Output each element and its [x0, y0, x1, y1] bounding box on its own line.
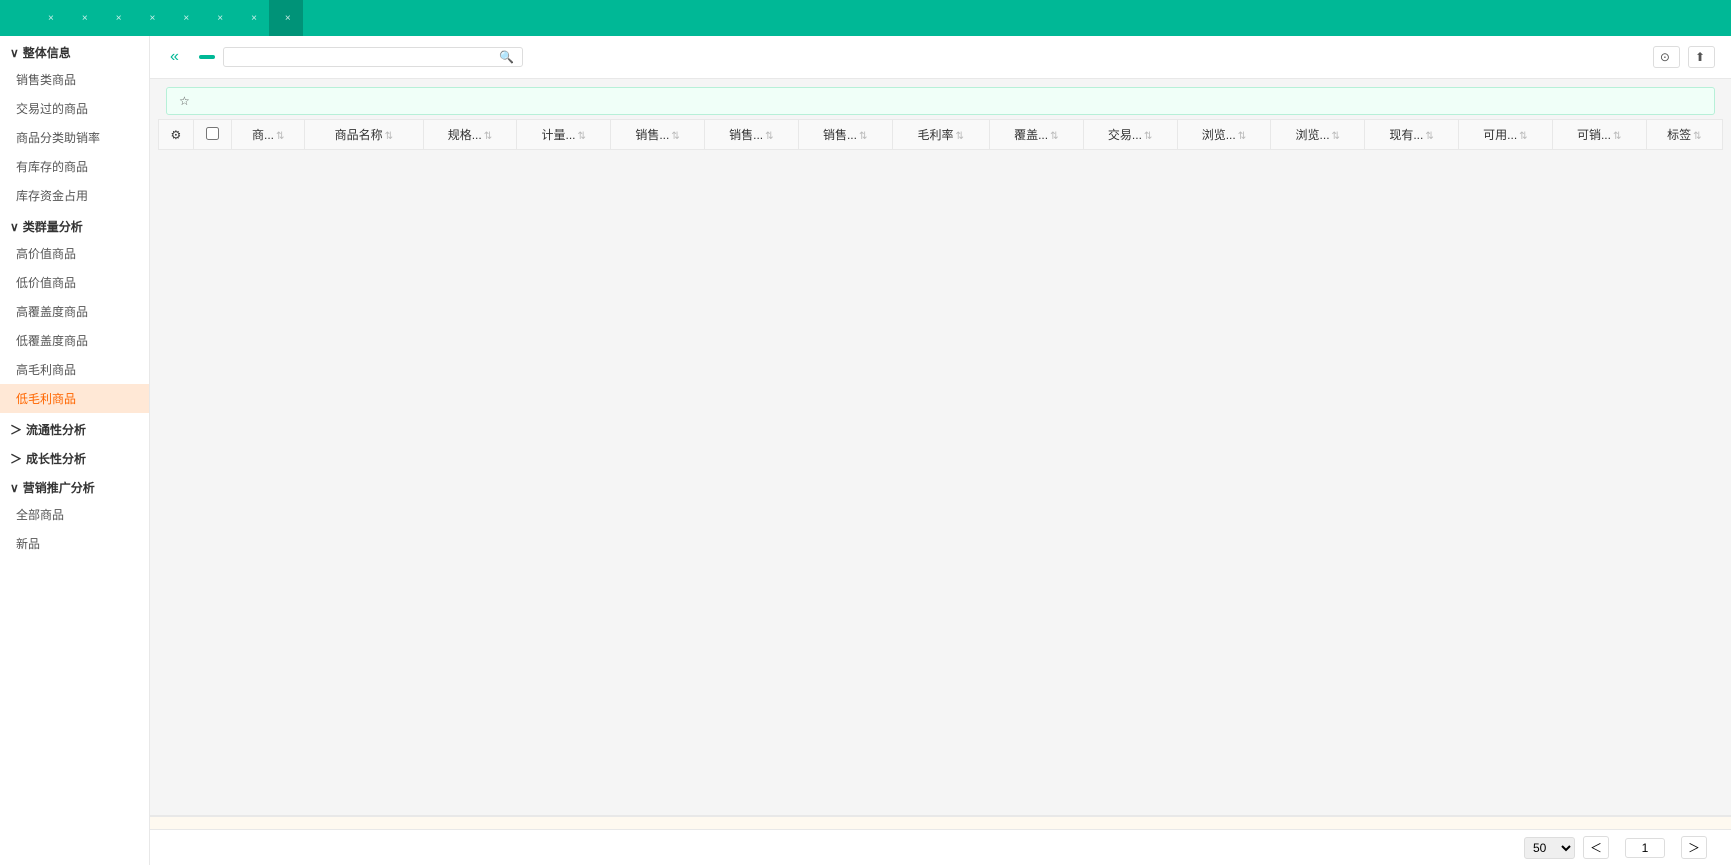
nav-permissions[interactable]: × [100, 0, 134, 36]
sidebar-item-traded-goods[interactable]: 交易过的商品 [0, 94, 149, 123]
close-icon[interactable]: × [217, 13, 223, 24]
export-button[interactable]: ⬆ [1688, 46, 1715, 68]
data-table: ⚙ 商...⇅ 商品名称⇅ 规格...⇅ 计量...⇅ 销售...⇅ 销售...… [158, 119, 1723, 150]
sidebar-item-sales-goods[interactable]: 销售类商品 [0, 65, 149, 94]
close-icon[interactable]: × [48, 13, 54, 24]
sidebar-item-low-margin[interactable]: 低毛利商品 [0, 384, 149, 413]
col-available-stock[interactable]: 可用...⇅ [1458, 120, 1552, 150]
chevron-down-icon: ∨ [10, 220, 19, 234]
close-icon[interactable]: × [150, 13, 156, 24]
sidebar-group-cluster[interactable]: ∨ 类群量分析 [0, 210, 149, 239]
content-header: « 🔍 ⊙ ⬆ [150, 36, 1731, 79]
nav-sales[interactable]: × [32, 0, 66, 36]
nav-analysis-list[interactable]: × [269, 0, 303, 36]
col-coverage[interactable]: 覆盖...⇅ [989, 120, 1083, 150]
table-area: ⚙ 商...⇅ 商品名称⇅ 规格...⇅ 计量...⇅ 销售...⇅ 销售...… [150, 119, 1731, 815]
sidebar-item-high-margin[interactable]: 高毛利商品 [0, 355, 149, 384]
close-icon[interactable]: × [183, 13, 189, 24]
nav-purchase[interactable]: × [66, 0, 100, 36]
sidebar-item-low-coverage[interactable]: 低覆盖度商品 [0, 326, 149, 355]
nav-template[interactable]: × [201, 0, 235, 36]
main-content: « 🔍 ⊙ ⬆ ☆ [150, 36, 1731, 865]
sidebar-item-new-goods[interactable]: 新品 [0, 529, 149, 558]
col-tag[interactable]: 标签⇅ [1646, 120, 1722, 150]
nav-roles[interactable]: × [134, 0, 168, 36]
col-sales-amount[interactable]: 销售...⇅ [704, 120, 798, 150]
search-icon[interactable]: 🔍 [499, 50, 514, 64]
sidebar-item-high-coverage[interactable]: 高覆盖度商品 [0, 297, 149, 326]
search-box: 🔍 [223, 47, 523, 67]
main-layout: ∨ 整体信息 销售类商品 交易过的商品 商品分类助销率 有库存的商品 库存资金占… [0, 36, 1731, 865]
col-transactions[interactable]: 交易...⇅ [1083, 120, 1177, 150]
chevron-right-icon: ＞ [10, 450, 22, 467]
page-number-input[interactable] [1625, 838, 1665, 858]
sidebar: ∨ 整体信息 销售类商品 交易过的商品 商品分类助销率 有库存的商品 库存资金占… [0, 36, 150, 865]
col-margin[interactable]: 毛利率⇅ [892, 120, 989, 150]
col-current-stock[interactable]: 现有...⇅ [1365, 120, 1459, 150]
col-checkbox[interactable] [193, 120, 232, 150]
warning-icon: ☆ [179, 94, 190, 108]
sidebar-group-marketing[interactable]: ∨ 营销推广分析 [0, 471, 149, 500]
select-all-checkbox[interactable] [206, 127, 219, 140]
col-sales-profit[interactable]: 销售...⇅ [798, 120, 892, 150]
sidebar-item-stocked-goods[interactable]: 有库存的商品 [0, 152, 149, 181]
close-icon[interactable]: × [285, 13, 291, 24]
col-views2[interactable]: 浏览...⇅ [1271, 120, 1365, 150]
sidebar-group-circulation[interactable]: ＞ 流通性分析 [0, 413, 149, 442]
action-buttons: ⊙ ⬆ [1653, 46, 1715, 68]
page-size-select[interactable]: 50 100 200 [1524, 837, 1575, 859]
col-name[interactable]: 商品名称⇅ [305, 120, 423, 150]
nav-analysis[interactable]: × [235, 0, 269, 36]
sidebar-group-overall[interactable]: ∨ 整体信息 [0, 36, 149, 65]
date-filter-button[interactable] [199, 55, 215, 59]
sidebar-item-capital[interactable]: 库存资金占用 [0, 181, 149, 210]
sidebar-collapse-button[interactable]: « [166, 44, 183, 70]
col-spec[interactable]: 规格...⇅ [423, 120, 517, 150]
search-input[interactable] [232, 50, 499, 64]
col-code[interactable]: 商...⇅ [232, 120, 305, 150]
col-unit[interactable]: 计量...⇅ [517, 120, 611, 150]
col-settings[interactable]: ⚙ [159, 120, 194, 150]
share-icon: ⊙ [1660, 50, 1670, 64]
nav-home[interactable] [8, 0, 32, 36]
sidebar-item-high-value[interactable]: 高价值商品 [0, 239, 149, 268]
close-icon[interactable]: × [251, 13, 257, 24]
sidebar-item-category-rate[interactable]: 商品分类助销率 [0, 123, 149, 152]
export-icon: ⬆ [1695, 50, 1705, 64]
top-nav: × × × × × × × × [0, 0, 1731, 36]
prev-page-button[interactable]: ＜ [1583, 836, 1609, 859]
chevron-down-icon: ∨ [10, 481, 19, 495]
chevron-down-icon: ∨ [10, 46, 19, 60]
pagination-bar: 50 100 200 ＜ ＞ [150, 829, 1731, 865]
close-icon[interactable]: × [116, 13, 122, 24]
nav-inbound[interactable]: × [167, 0, 201, 36]
notice-bar: ☆ [166, 87, 1715, 115]
chevron-right-icon: ＞ [10, 421, 22, 438]
col-views1[interactable]: 浏览...⇅ [1177, 120, 1271, 150]
sidebar-group-growth[interactable]: ＞ 成长性分析 [0, 442, 149, 471]
next-page-button[interactable]: ＞ [1681, 836, 1707, 859]
sidebar-item-low-value[interactable]: 低价值商品 [0, 268, 149, 297]
table-footer [150, 815, 1731, 829]
sidebar-item-all-goods[interactable]: 全部商品 [0, 500, 149, 529]
share-button[interactable]: ⊙ [1653, 46, 1680, 68]
col-saleable-days[interactable]: 可销...⇅ [1552, 120, 1646, 150]
col-qty[interactable]: 销售...⇅ [611, 120, 705, 150]
close-icon[interactable]: × [82, 13, 88, 24]
